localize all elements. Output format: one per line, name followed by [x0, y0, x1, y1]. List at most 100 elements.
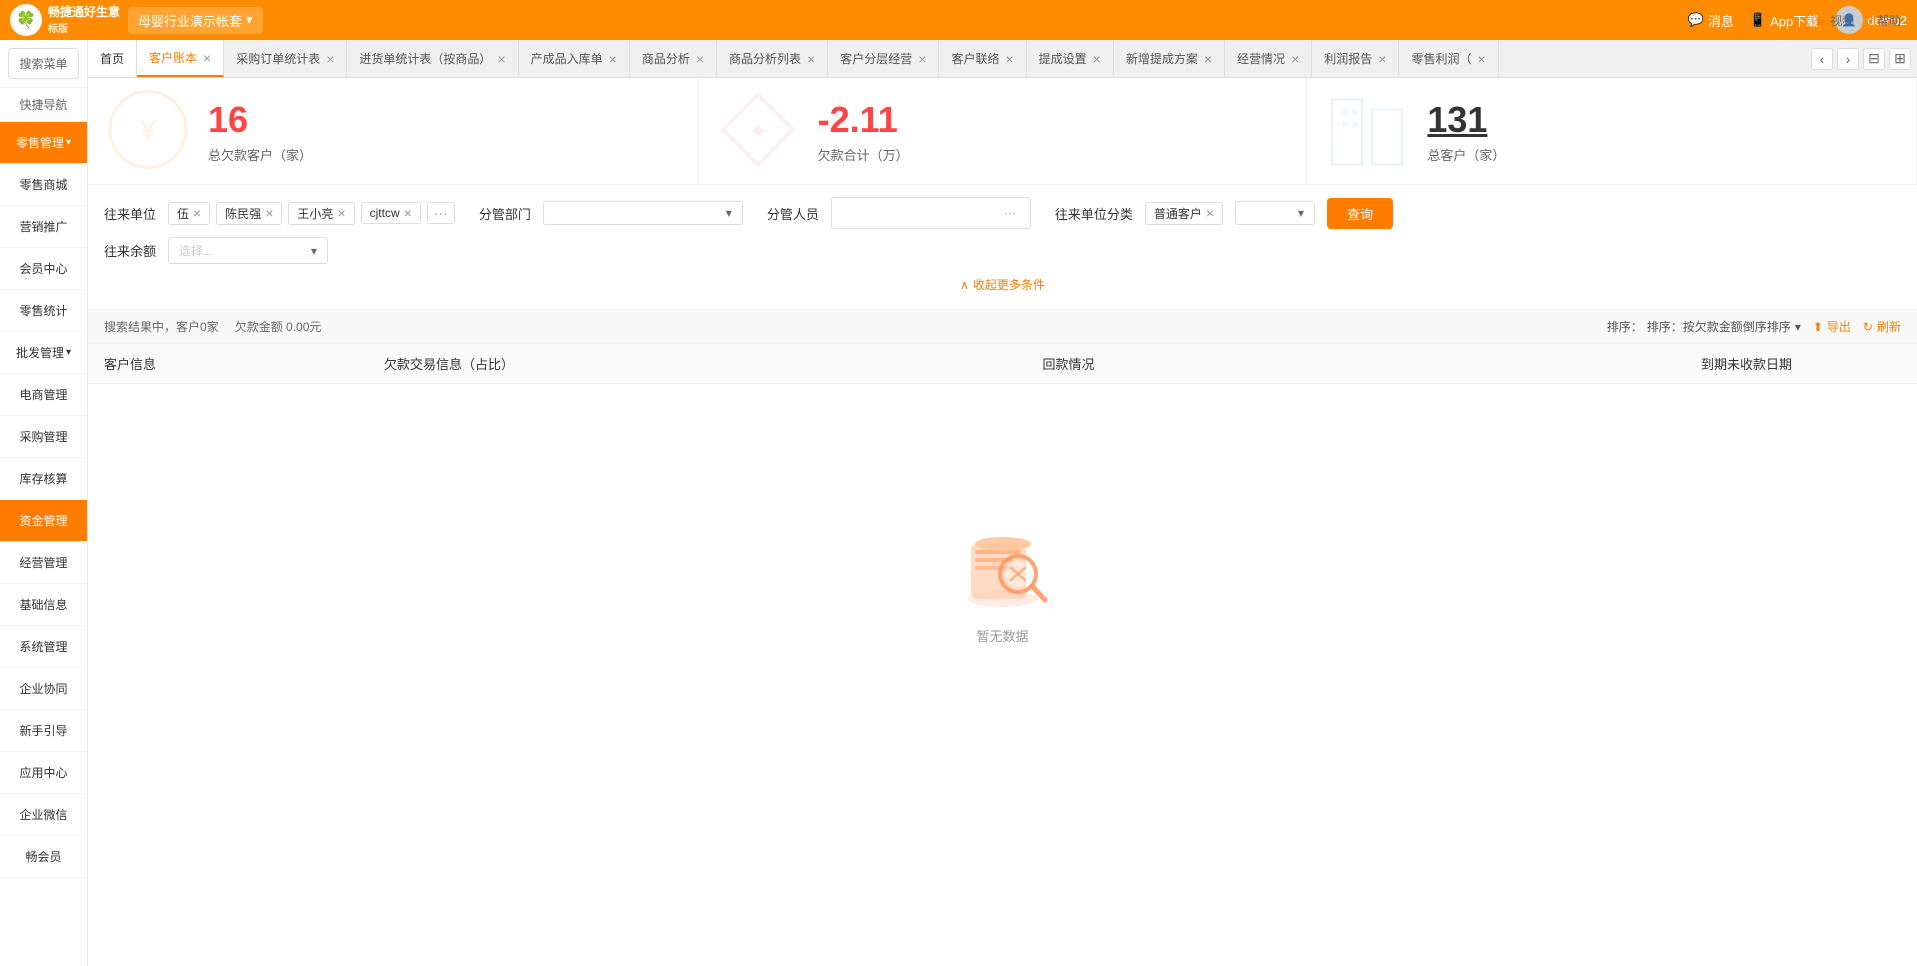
- close-tab-icon[interactable]: ×: [497, 52, 505, 66]
- sidebar-item-label: 基础信息: [19, 598, 67, 612]
- tab-product-inbound[interactable]: 产成品入库单 ×: [519, 40, 630, 77]
- sidebar-item-retail-stats[interactable]: 零售统计: [0, 290, 87, 332]
- tag-close-btn[interactable]: ×: [337, 205, 345, 221]
- sidebar-item-ecommerce[interactable]: 电商管理: [0, 374, 87, 416]
- balance-select[interactable]: 选择... ▾: [168, 237, 328, 264]
- sidebar-item-enterprise-collab[interactable]: 企业协同: [0, 668, 87, 710]
- content-area: ¥ 16 总欠款客户（家） ✦: [88, 78, 1917, 966]
- tag-text: 普通客户: [1154, 205, 1202, 222]
- message-btn[interactable]: 💬 消息: [1688, 11, 1734, 30]
- tab-customer-contact[interactable]: 客户联络 ×: [939, 40, 1026, 77]
- industry-selector[interactable]: 母婴行业演示帐套 ▾: [128, 7, 263, 34]
- stat-total-customers: 131 总客户（家）: [1307, 78, 1917, 184]
- sidebar-item-member-center[interactable]: 会员中心: [0, 248, 87, 290]
- export-icon: ⬆: [1813, 320, 1823, 334]
- filter-area: 往来单位 伍 × 陈民强 ×: [88, 185, 1917, 310]
- sidebar-item-wholesale[interactable]: 批发管理 ▾: [0, 332, 87, 374]
- search-menu-button[interactable]: 搜索菜单: [8, 48, 79, 79]
- tab-label: 产成品入库单: [531, 50, 603, 67]
- tag-text: cjttcw: [370, 206, 400, 220]
- tag-close-btn[interactable]: ×: [1206, 205, 1214, 221]
- table-body: 暂无数据: [88, 384, 1917, 784]
- sidebar-item-enterprise-wechat[interactable]: 企业微信: [0, 794, 87, 836]
- sidebar-item-chang-member[interactable]: 畅会员: [0, 836, 87, 878]
- tab-customer-segment[interactable]: 客户分层经营 ×: [828, 40, 939, 77]
- sidebar-item-retail-mall[interactable]: 零售商城: [0, 164, 87, 206]
- person-select[interactable]: ···: [831, 197, 1031, 229]
- sidebar-item-retail-mgmt[interactable]: 零售管理 ▾: [0, 122, 87, 164]
- phone-icon: 📱: [1750, 12, 1766, 28]
- tab-incoming-stats[interactable]: 进货单统计表（按商品） ×: [347, 40, 518, 77]
- tab-new-promo[interactable]: 新增提成方案 ×: [1114, 40, 1225, 77]
- tag-close-btn[interactable]: ×: [265, 205, 273, 221]
- person-filter-label: 分管人员: [767, 204, 819, 223]
- refresh-btn[interactable]: ↻ 刷新: [1863, 318, 1901, 335]
- category-select[interactable]: ▾: [1235, 201, 1315, 225]
- tab-customer-accounts[interactable]: 客户账本 ×: [137, 40, 224, 77]
- sidebar-item-label: 零售管理: [16, 134, 64, 151]
- stats-row: ¥ 16 总欠款客户（家） ✦: [88, 78, 1917, 185]
- tab-minimize-btn[interactable]: ⊟: [1863, 48, 1885, 70]
- svg-text:¥: ¥: [139, 115, 156, 146]
- empty-svg: [953, 524, 1053, 614]
- stat-value-amount: -2.11: [818, 98, 909, 141]
- tab-profit-report[interactable]: 利润报告 ×: [1312, 40, 1399, 77]
- dept-select[interactable]: ▾: [543, 201, 743, 225]
- close-tab-icon[interactable]: ×: [1005, 52, 1013, 66]
- close-tab-icon[interactable]: ×: [918, 52, 926, 66]
- sidebar-item-newbie-guide[interactable]: 新手引导: [0, 710, 87, 752]
- sidebar-item-label: 资金管理: [19, 514, 67, 528]
- filter-tag-cjttcw: cjttcw ×: [361, 202, 421, 224]
- stat-value-total: 131: [1427, 98, 1505, 141]
- close-tab-icon[interactable]: ×: [1093, 52, 1101, 66]
- tab-scroll-left-btn[interactable]: ‹: [1811, 48, 1833, 70]
- tab-scroll-right-btn[interactable]: ›: [1837, 48, 1859, 70]
- close-tab-icon[interactable]: ×: [326, 52, 334, 66]
- quick-nav-button[interactable]: 快捷导航: [0, 88, 87, 122]
- tab-maximize-btn[interactable]: ⊞: [1889, 48, 1911, 70]
- more-tags-btn[interactable]: ···: [427, 202, 455, 224]
- tab-label: 商品分析列表: [729, 50, 801, 67]
- close-tab-icon[interactable]: ×: [1477, 52, 1485, 66]
- sidebar-item-marketing[interactable]: 营销推广: [0, 206, 87, 248]
- stat-label-customers: 总欠款客户（家）: [208, 145, 312, 164]
- tab-biz-status[interactable]: 经营情况 ×: [1225, 40, 1312, 77]
- close-tab-icon[interactable]: ×: [1204, 52, 1212, 66]
- more-dots-icon[interactable]: ···: [1000, 202, 1020, 224]
- export-btn[interactable]: ⬆ 导出: [1813, 318, 1851, 335]
- close-tab-icon[interactable]: ×: [203, 51, 211, 65]
- close-tab-icon[interactable]: ×: [1291, 52, 1299, 66]
- tab-label: 采购订单统计表: [236, 50, 320, 67]
- sidebar-item-inventory[interactable]: 库存核算: [0, 458, 87, 500]
- tab-promo-settings[interactable]: 提成设置 ×: [1027, 40, 1114, 77]
- tab-product-analysis[interactable]: 商品分析 ×: [630, 40, 717, 77]
- col-debt-info: 欠款交易信息（占比）: [384, 354, 1043, 373]
- sidebar-item-purchase[interactable]: 采购管理: [0, 416, 87, 458]
- tab-home[interactable]: 首页: [88, 40, 137, 77]
- sidebar-item-basic-info[interactable]: 基础信息: [0, 584, 87, 626]
- collapse-filters-btn[interactable]: ∧ 收起更多条件: [104, 272, 1901, 297]
- sidebar-item-label: 零售统计: [19, 304, 67, 318]
- tab-purchase-orders[interactable]: 采购订单统计表 ×: [224, 40, 347, 77]
- sidebar-item-app-center[interactable]: 应用中心: [0, 752, 87, 794]
- sidebar-item-system[interactable]: 系统管理: [0, 626, 87, 668]
- app-download-btn[interactable]: 📱 App下载: [1750, 11, 1819, 30]
- sort-select[interactable]: 排序： 排序：按欠款金额倒序排序 ▾: [1607, 318, 1801, 335]
- filter-tag-chen: 陈民强 ×: [216, 202, 282, 225]
- tag-close-btn[interactable]: ×: [404, 205, 412, 221]
- tab-retail-profit[interactable]: 零售利润（ ×: [1399, 40, 1498, 77]
- filter-row-2: 往来余额 选择... ▾: [104, 237, 1901, 264]
- close-tab-icon[interactable]: ×: [609, 52, 617, 66]
- sidebar-item-operations[interactable]: 经营管理: [0, 542, 87, 584]
- tag-close-btn[interactable]: ×: [193, 205, 201, 221]
- table-header: 客户信息 欠款交易信息（占比） 回款情况 到期未收款日期: [88, 344, 1917, 384]
- query-button[interactable]: 查询: [1327, 198, 1393, 229]
- tab-product-analysis-list[interactable]: 商品分析列表 ×: [717, 40, 828, 77]
- sidebar-item-finance[interactable]: 资金管理: [0, 500, 87, 542]
- main-content: 首页 客户账本 × 采购订单统计表 × 进货单统计表（按商品） × 产成品入库单…: [88, 40, 1917, 966]
- close-tab-icon[interactable]: ×: [696, 52, 704, 66]
- close-tab-icon[interactable]: ×: [807, 52, 815, 66]
- tab-label: 商品分析: [642, 50, 690, 67]
- close-tab-icon[interactable]: ×: [1378, 52, 1386, 66]
- sidebar-item-label: 库存核算: [19, 472, 67, 486]
